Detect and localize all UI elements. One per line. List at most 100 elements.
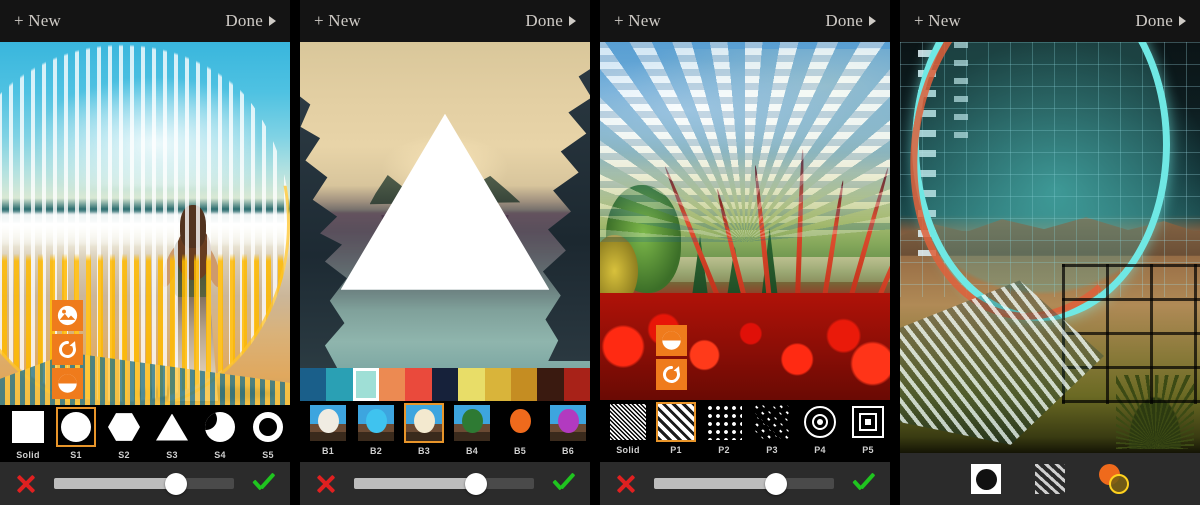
done-label-1: Done <box>225 11 263 30</box>
color-swatch[interactable] <box>431 368 459 401</box>
slider-thumb[interactable] <box>465 472 488 495</box>
blend-chip-label: B2 <box>369 446 383 456</box>
new-button-1[interactable]: + New <box>14 11 61 31</box>
blend-selector-2[interactable]: B1 B2 B3 B4 B5 B6 <box>300 403 590 456</box>
topbar-3: + New Done <box>600 0 890 42</box>
shape-chip-s1[interactable]: S1 <box>52 407 100 460</box>
photo-canvas-3[interactable] <box>600 42 890 400</box>
circle-in-square-icon <box>975 468 997 490</box>
color-swatch[interactable] <box>405 368 432 401</box>
color-swatch[interactable] <box>484 368 511 401</box>
rotate-button[interactable] <box>656 359 687 390</box>
shape-selector-1[interactable]: Solid S1 S2 S3 S4 S5 <box>0 407 290 460</box>
blend-chip-label: B4 <box>465 446 479 456</box>
hexagon-icon <box>108 413 140 441</box>
pattern-chip-p4[interactable]: P4 <box>796 402 844 455</box>
blend-chip-b6[interactable]: B6 <box>544 403 590 456</box>
shape-chip-label: S5 <box>262 450 274 460</box>
done-button-4[interactable]: Done <box>1135 11 1186 31</box>
blend-chip-b4[interactable]: B4 <box>448 403 496 456</box>
pattern-chip-solid[interactable]: Solid <box>604 402 652 455</box>
x-icon[interactable] <box>14 472 38 496</box>
panel-divider <box>890 0 900 505</box>
triangle-right-icon <box>569 16 576 26</box>
shape-chip-s4[interactable]: S4 <box>196 407 244 460</box>
color-swatch[interactable] <box>300 368 327 401</box>
concentric-squares-icon <box>850 404 886 440</box>
pattern-chip-label: P1 <box>670 445 682 455</box>
shape-chip-label: S4 <box>214 450 226 460</box>
invert-button[interactable] <box>52 368 83 399</box>
shape-chip-label: S1 <box>70 450 82 460</box>
color-swatch-selected[interactable] <box>352 368 380 401</box>
slider-thumb[interactable] <box>165 472 188 495</box>
photo-picker-button[interactable] <box>52 300 83 331</box>
photo-canvas-4[interactable] <box>900 42 1200 453</box>
new-button-4[interactable]: + New <box>914 11 961 31</box>
pattern-chip-label: Solid <box>616 445 640 455</box>
pattern-chip-p2[interactable]: P2 <box>700 402 748 455</box>
blend-thumb-icon <box>406 405 442 441</box>
overlapping-circles-icon-second <box>1109 474 1129 494</box>
shape-chip-label: S3 <box>166 450 178 460</box>
blend-chip-b5[interactable]: B5 <box>496 403 544 456</box>
shape-tool-button[interactable] <box>971 464 1001 494</box>
x-icon[interactable] <box>314 472 338 496</box>
opacity-slider-2[interactable] <box>354 472 534 496</box>
blend-chip-label: B1 <box>321 446 335 456</box>
check-icon[interactable] <box>850 472 876 496</box>
pattern-chip-p5[interactable]: P5 <box>844 402 890 455</box>
blend-chip-label: B6 <box>561 446 575 456</box>
circle-icon <box>61 412 91 442</box>
slider-fill <box>54 478 177 489</box>
color-swatch[interactable] <box>563 368 590 401</box>
x-icon[interactable] <box>614 472 638 496</box>
control-bar-2 <box>300 462 590 505</box>
check-icon[interactable] <box>250 472 276 496</box>
check-icon[interactable] <box>550 472 576 496</box>
color-swatch[interactable] <box>379 368 406 401</box>
new-button-2[interactable]: + New <box>314 11 361 31</box>
done-button-2[interactable]: Done <box>525 11 576 31</box>
shape-chip-solid[interactable]: Solid <box>4 407 52 460</box>
new-button-3[interactable]: + New <box>614 11 661 31</box>
topbar-1: + New Done <box>0 0 290 42</box>
triangle-right-icon <box>1179 16 1186 26</box>
ring-icon <box>253 412 283 442</box>
blend-thumb-icon <box>454 405 490 441</box>
invert-button[interactable] <box>656 325 687 356</box>
shape-chip-s2[interactable]: S2 <box>100 407 148 460</box>
panel-4-tools: + New Done <box>900 0 1200 505</box>
pattern-selector-3[interactable]: Solid P1 P2 P3 P4 P5 <box>600 402 890 455</box>
color-swatch[interactable] <box>458 368 485 401</box>
blend-chip-b1[interactable]: B1 <box>304 403 352 456</box>
pattern-chip-p3[interactable]: P3 <box>748 402 796 455</box>
sunburst-band-overlay <box>600 42 890 243</box>
blend-chip-b3[interactable]: B3 <box>400 403 448 456</box>
color-swatch-row[interactable] <box>300 368 590 401</box>
blend-thumb-icon <box>310 405 346 441</box>
color-swatch[interactable] <box>510 368 538 401</box>
pattern-tool-button[interactable] <box>1035 464 1065 494</box>
done-button-3[interactable]: Done <box>825 11 876 31</box>
pattern-chip-p1[interactable]: P1 <box>652 402 700 455</box>
shape-chip-s3[interactable]: S3 <box>148 407 196 460</box>
opacity-slider-1[interactable] <box>54 472 234 496</box>
done-button-1[interactable]: Done <box>225 11 276 31</box>
blend-thumb-icon <box>502 405 538 441</box>
shape-chip-s5[interactable]: S5 <box>244 407 290 460</box>
slider-thumb[interactable] <box>765 472 788 495</box>
opacity-slider-3[interactable] <box>654 472 834 496</box>
photo-canvas-1[interactable] <box>0 42 290 405</box>
blend-chip-label: B3 <box>417 446 431 456</box>
blend-tool-button[interactable] <box>1099 464 1129 494</box>
color-swatch[interactable] <box>326 368 353 401</box>
rotate-button[interactable] <box>52 334 83 365</box>
color-swatch[interactable] <box>537 368 564 401</box>
dot-grid-icon <box>706 404 742 440</box>
dash-grid-icon <box>754 404 790 440</box>
photo-canvas-2[interactable] <box>300 42 590 368</box>
fine-hatch-icon <box>610 404 646 440</box>
pattern-chip-label: P5 <box>862 445 874 455</box>
blend-chip-b2[interactable]: B2 <box>352 403 400 456</box>
